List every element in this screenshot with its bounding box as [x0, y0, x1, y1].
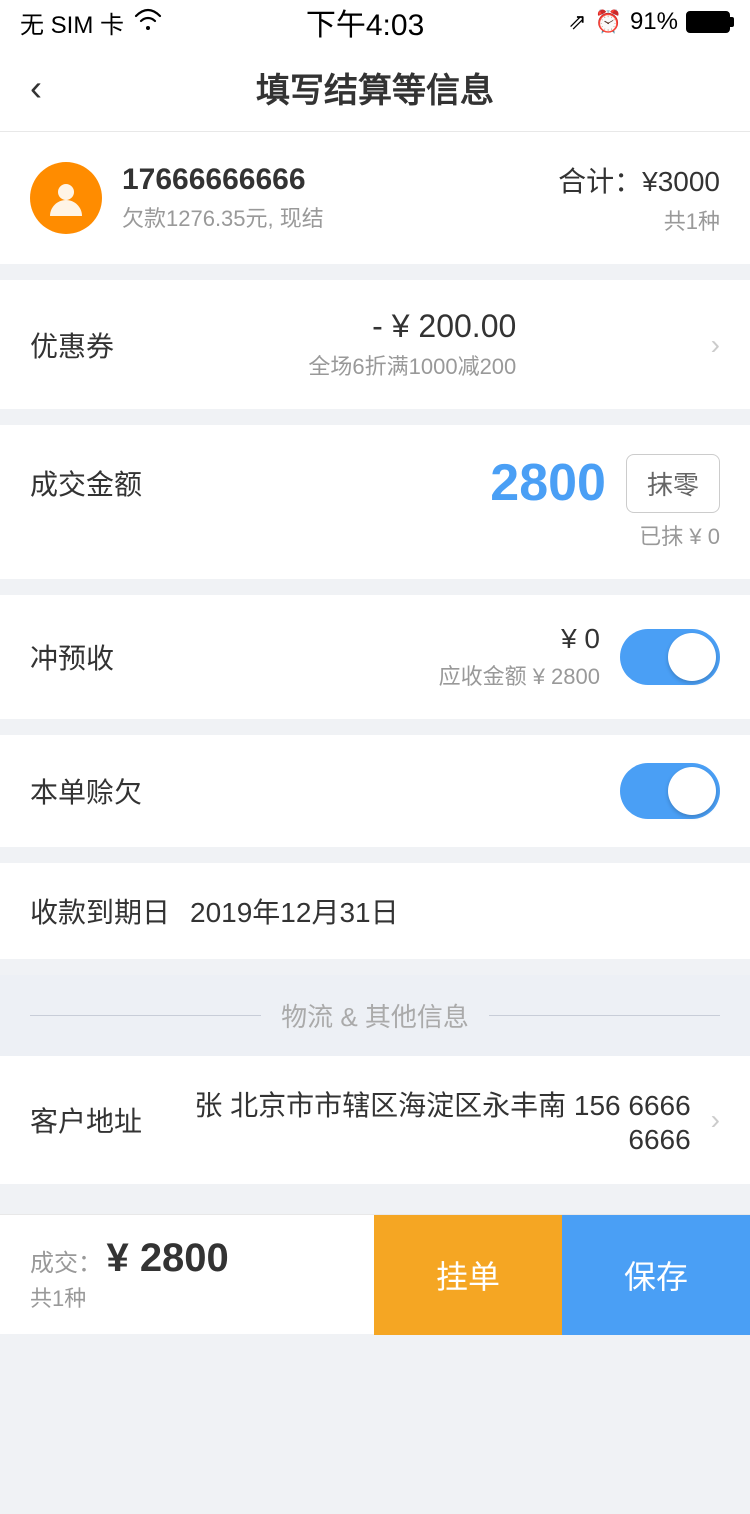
prepay-value-block: ¥ 0 应收金额 ¥ 2800: [439, 623, 600, 691]
divider-line-left: [30, 1015, 261, 1016]
coupon-desc: 全场6折满1000减200: [308, 349, 516, 381]
battery-text: 91%: [630, 8, 678, 36]
status-right: ⇗ ⏰ 91%: [568, 8, 730, 36]
bottom-deal-amount: ¥ 2800: [106, 1236, 228, 1280]
address-label: 客户地址: [30, 1100, 142, 1140]
bottom-summary: 成交： ¥ 2800 共1种: [0, 1236, 374, 1313]
status-bar: 无 SIM 卡 下午4:03 ⇗ ⏰ 91%: [0, 0, 750, 44]
customer-phone: 17666666666: [122, 163, 324, 197]
wifi-icon: [134, 8, 162, 37]
avatar: [30, 162, 102, 234]
customer-card: 17666666666 欠款1276.35元, 现结 合计：¥3000 共1种: [0, 132, 750, 264]
customer-total: 合计：¥3000: [558, 160, 720, 200]
deal-amount-right: 2800 抹零: [490, 453, 720, 513]
location-icon: ⇗: [568, 9, 586, 35]
status-left: 无 SIM 卡: [20, 5, 162, 40]
logistics-divider: 物流 & 其他信息: [0, 975, 750, 1056]
bottom-deal-text: 成交：: [30, 1250, 102, 1277]
coupon-right: - ¥ 200.00 全场6折满1000减200: [308, 308, 516, 381]
address-chevron-icon: ›: [711, 1104, 720, 1136]
coupon-label: 优惠券: [30, 325, 114, 365]
deal-amount-row: 成交金额 2800 抹零: [30, 453, 720, 513]
coupon-discount: - ¥ 200.00: [308, 308, 516, 345]
save-button[interactable]: 保存: [562, 1215, 750, 1335]
due-date-section: 收款到期日 2019年12月31日: [0, 863, 750, 959]
customer-right: 合计：¥3000 共1种: [558, 160, 720, 236]
hold-button[interactable]: 挂单: [374, 1215, 562, 1335]
customer-count: 共1种: [558, 204, 720, 236]
debit-section: 本单赊欠: [0, 735, 750, 847]
debit-row: 本单赊欠: [30, 763, 720, 819]
carrier-text: 无 SIM 卡: [20, 5, 124, 40]
deal-amount-sub: 已抹 ¥ 0: [30, 519, 720, 551]
chevron-right-icon: ›: [711, 329, 720, 361]
battery-icon: [686, 11, 730, 33]
debit-toggle-knob: [668, 767, 716, 815]
prepay-toggle[interactable]: [620, 629, 720, 685]
prepay-label: 冲预收: [30, 637, 114, 677]
logistics-label: 物流 & 其他信息: [281, 997, 469, 1034]
deal-amount-section: 成交金额 2800 抹零 已抹 ¥ 0: [0, 425, 750, 579]
round-zero-button[interactable]: 抹零: [626, 454, 720, 513]
coupon-section: 优惠券 - ¥ 200.00 全场6折满1000减200 ›: [0, 280, 750, 409]
deal-amount-value: 2800: [490, 453, 606, 513]
prepay-sub: 应收金额 ¥ 2800: [439, 659, 600, 691]
coupon-row[interactable]: 优惠券 - ¥ 200.00 全场6折满1000减200 ›: [0, 280, 750, 409]
bottom-count: 共1种: [30, 1281, 344, 1313]
customer-info: 17666666666 欠款1276.35元, 现结: [122, 163, 324, 233]
back-button[interactable]: ‹: [30, 67, 42, 109]
bottom-deal-label: 成交： ¥ 2800: [30, 1236, 344, 1281]
customer-left: 17666666666 欠款1276.35元, 现结: [30, 162, 324, 234]
debit-toggle[interactable]: [620, 763, 720, 819]
toggle-knob: [668, 633, 716, 681]
prepay-amount: ¥ 0: [439, 623, 600, 655]
due-date-value: 2019年12月31日: [190, 891, 399, 931]
address-section[interactable]: 客户地址 张 北京市市辖区海淀区永丰南 156 6666 6666 ›: [0, 1056, 750, 1184]
due-date-label: 收款到期日: [30, 891, 170, 931]
prepay-right: ¥ 0 应收金额 ¥ 2800: [439, 623, 720, 691]
prepay-row: 冲预收 ¥ 0 应收金额 ¥ 2800: [30, 623, 720, 691]
address-value: 张 北京市市辖区海淀区永丰南 156 6666 6666: [162, 1084, 691, 1156]
prepay-section: 冲预收 ¥ 0 应收金额 ¥ 2800: [0, 595, 750, 719]
status-time: 下午4:03: [306, 0, 424, 44]
due-date-row: 收款到期日 2019年12月31日: [30, 891, 720, 931]
debit-label: 本单赊欠: [30, 771, 142, 811]
bottom-bar: 成交： ¥ 2800 共1种 挂单 保存: [0, 1214, 750, 1334]
customer-debt: 欠款1276.35元, 现结: [122, 201, 324, 233]
nav-bar: ‹ 填写结算等信息: [0, 44, 750, 132]
deal-amount-label: 成交金额: [30, 463, 142, 503]
page-title: 填写结算等信息: [256, 63, 494, 112]
alarm-icon: ⏰: [595, 9, 622, 35]
divider-line-right: [489, 1015, 720, 1016]
